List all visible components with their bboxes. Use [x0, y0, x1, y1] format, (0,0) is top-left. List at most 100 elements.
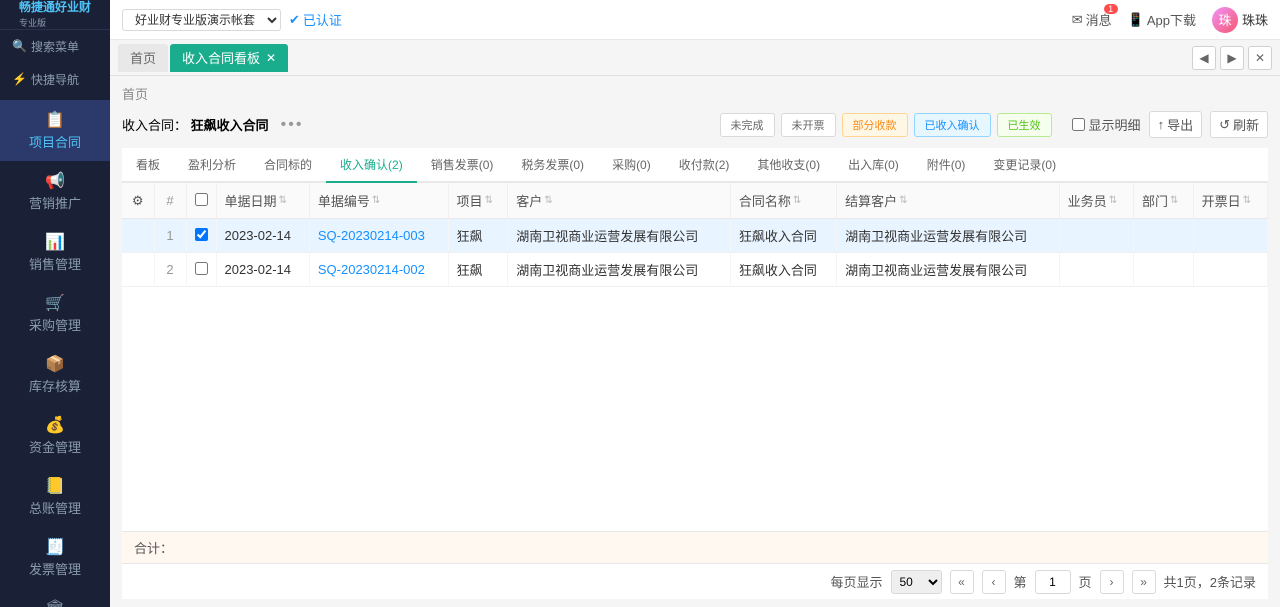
tab-close-icon[interactable]: ✕ — [266, 51, 276, 65]
cell-customer: 湖南卫视商业运营发展有限公司 — [508, 253, 731, 287]
last-page-button[interactable]: » — [1132, 570, 1156, 594]
sidebar-item-label: 资金管理 — [29, 437, 81, 456]
sort-customer-icon: ⇅ — [544, 195, 552, 206]
sidebar-item-label: 总账管理 — [29, 498, 81, 517]
page-input[interactable] — [1035, 570, 1071, 594]
sidebar-item-inventory[interactable]: 📦 库存核算 — [0, 344, 110, 405]
message-badge: 1 — [1104, 4, 1118, 14]
tab-tax-invoice[interactable]: 税务发票(0) — [507, 148, 598, 183]
tab-prev-button[interactable]: ◀ — [1192, 46, 1216, 70]
row-checkbox[interactable] — [195, 262, 208, 275]
page-label-pre: 第 — [1014, 572, 1027, 591]
th-check[interactable] — [186, 183, 216, 219]
sidebar-item-funds[interactable]: 💰 资金管理 — [0, 405, 110, 466]
th-department[interactable]: 部门⇅ — [1133, 183, 1193, 219]
content-area: 首页 收入合同： 狂飙收入合同 ••• 未完成 未开票 部分收款 已收入确认 已… — [110, 76, 1280, 607]
sidebar-item-project[interactable]: 📋 项目合同 — [0, 100, 110, 161]
th-date[interactable]: 单据日期⇅ — [216, 183, 309, 219]
cell-check[interactable] — [186, 219, 216, 253]
tab-next-button[interactable]: ▶ — [1220, 46, 1244, 70]
sidebar-item-quick[interactable]: ⚡ 快捷导航 — [0, 63, 110, 96]
tabbar: 首页 收入合同看板 ✕ ◀ ▶ ✕ — [110, 40, 1280, 76]
sidebar-item-purchase[interactable]: 🛒 采购管理 — [0, 283, 110, 344]
show-detail-label: 显示明细 — [1089, 115, 1141, 134]
tab-profit[interactable]: 盈利分析 — [174, 148, 250, 183]
status-partial-received[interactable]: 部分收款 — [842, 113, 908, 137]
message-button[interactable]: ✉ 消息 1 — [1072, 10, 1112, 29]
th-customer[interactable]: 客户⇅ — [508, 183, 731, 219]
th-salesperson[interactable]: 业务员⇅ — [1059, 183, 1133, 219]
cell-order-no[interactable]: SQ-20230214-003 — [309, 219, 448, 253]
status-incomplete[interactable]: 未完成 — [720, 113, 775, 137]
status-uninvoiced[interactable]: 未开票 — [781, 113, 836, 137]
th-order-no[interactable]: 单据编号⇅ — [309, 183, 448, 219]
cell-order-no[interactable]: SQ-20230214-002 — [309, 253, 448, 287]
sidebar-item-tax[interactable]: 🏛 税务管理 — [0, 588, 110, 607]
contract-title-prefix: 收入合同： — [122, 118, 187, 133]
header-actions: 显示明细 ↑ 导出 ↺ 刷新 — [1072, 111, 1268, 138]
sidebar-item-label: 销售管理 — [29, 254, 81, 273]
cell-end-customer: 湖南卫视商业运营发展有限公司 — [837, 219, 1060, 253]
company-selector[interactable]: 好业财专业版演示帐套 — [122, 9, 281, 31]
sort-open-date-icon: ⇅ — [1243, 195, 1251, 206]
tab-change-log[interactable]: 变更记录(0) — [979, 148, 1070, 183]
th-end-customer[interactable]: 结算客户⇅ — [837, 183, 1060, 219]
export-button[interactable]: ↑ 导出 — [1149, 111, 1203, 138]
tab-purchase[interactable]: 采购(0) — [598, 148, 665, 183]
th-contract-name[interactable]: 合同名称⇅ — [730, 183, 836, 219]
prev-page-button[interactable]: ‹ — [982, 570, 1006, 594]
tab-in-out[interactable]: 出入库(0) — [834, 148, 913, 183]
app-download-button[interactable]: 📱 App下载 — [1128, 10, 1196, 29]
per-page-select[interactable]: 50 20 100 — [891, 570, 942, 594]
contract-title-name: 狂飙收入合同 — [191, 118, 269, 133]
tab-income-confirm[interactable]: 收入确认(2) — [326, 148, 417, 183]
row-checkbox[interactable] — [195, 228, 208, 241]
tab-dashboard[interactable]: 看板 — [122, 148, 174, 183]
next-page-button[interactable]: › — [1100, 570, 1124, 594]
app-subtitle: 专业版 — [19, 16, 91, 29]
cell-settings[interactable] — [122, 253, 154, 287]
status-active[interactable]: 已生效 — [997, 113, 1052, 137]
th-project-label: 项目 — [457, 191, 483, 210]
tab-income-contract[interactable]: 收入合同看板 ✕ — [170, 44, 288, 72]
order-no-link[interactable]: SQ-20230214-002 — [318, 262, 425, 277]
breadcrumb-home[interactable]: 首页 — [122, 84, 148, 103]
invoice-icon: 🧾 — [45, 537, 65, 557]
tab-contract-standards[interactable]: 合同标的 — [250, 148, 326, 183]
show-detail-checkbox[interactable]: 显示明细 — [1072, 115, 1141, 134]
tab-home[interactable]: 首页 — [118, 44, 168, 72]
status-confirmed[interactable]: 已收入确认 — [914, 113, 991, 137]
more-button[interactable]: ••• — [281, 116, 304, 134]
sidebar-item-label: 营销推广 — [29, 193, 81, 212]
tab-payment[interactable]: 收付款(2) — [665, 148, 744, 183]
cell-settings[interactable] — [122, 219, 154, 253]
th-settings[interactable]: ⚙ — [122, 183, 154, 219]
th-project[interactable]: 项目⇅ — [448, 183, 508, 219]
refresh-button[interactable]: ↺ 刷新 — [1210, 111, 1268, 138]
show-detail-input[interactable] — [1072, 118, 1085, 131]
tab-attachment[interactable]: 附件(0) — [913, 148, 980, 183]
tab-close-all-button[interactable]: ✕ — [1248, 46, 1272, 70]
table-footer: 合计： — [122, 531, 1268, 563]
marketing-icon: 📢 — [45, 171, 65, 191]
first-page-button[interactable]: « — [950, 570, 974, 594]
sidebar-item-label: 发票管理 — [29, 559, 81, 578]
project-icon: 📋 — [45, 110, 65, 130]
sidebar-item-label: 快捷导航 — [31, 71, 79, 88]
total-label: 共1页，2条记录 — [1164, 572, 1256, 591]
tab-sales-invoice[interactable]: 销售发票(0) — [417, 148, 508, 183]
sidebar-item-accounting[interactable]: 📒 总账管理 — [0, 466, 110, 527]
select-all-checkbox[interactable] — [195, 193, 208, 206]
th-open-date-label: 开票日 — [1202, 191, 1241, 210]
cell-check[interactable] — [186, 253, 216, 287]
tab-other-income[interactable]: 其他收支(0) — [743, 148, 834, 183]
user-menu[interactable]: 珠 珠珠 — [1212, 7, 1268, 33]
th-open-date[interactable]: 开票日⇅ — [1193, 183, 1267, 219]
sidebar-item-marketing[interactable]: 📢 营销推广 — [0, 161, 110, 222]
company-select[interactable]: 好业财专业版演示帐套 — [122, 9, 281, 31]
sidebar-item-search[interactable]: 🔍 搜索菜单 — [0, 30, 110, 63]
sidebar-item-invoice[interactable]: 🧾 发票管理 — [0, 527, 110, 588]
order-no-link[interactable]: SQ-20230214-003 — [318, 228, 425, 243]
cell-project: 狂飙 — [448, 219, 508, 253]
sidebar-item-sales[interactable]: 📊 销售管理 — [0, 222, 110, 283]
